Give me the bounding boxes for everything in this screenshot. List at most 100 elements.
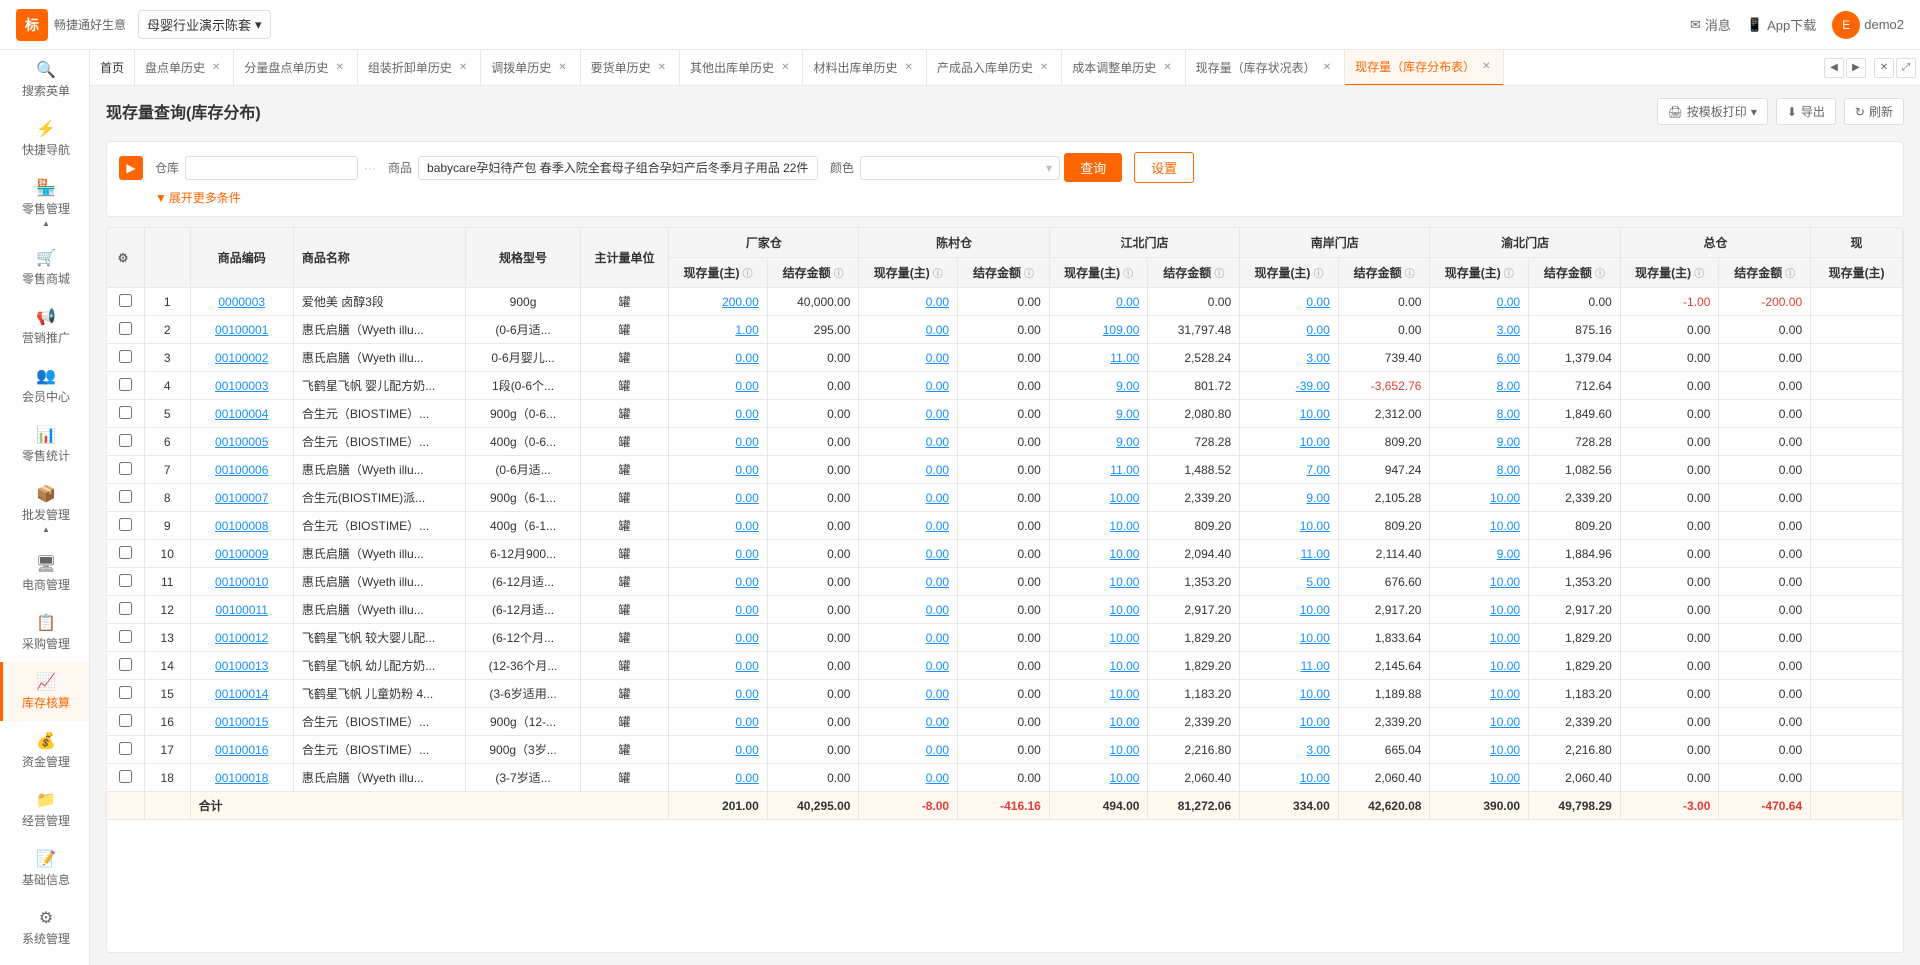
row-cc-qty[interactable]: 0.00 bbox=[859, 764, 958, 792]
tab-close-icon[interactable]: ✕ bbox=[1160, 61, 1174, 74]
row-yb-qty[interactable]: 10.00 bbox=[1430, 680, 1529, 708]
tab-close-icon[interactable]: ✕ bbox=[901, 61, 915, 74]
row-checkbox[interactable] bbox=[107, 344, 144, 372]
row-jb-qty[interactable]: 10.00 bbox=[1049, 624, 1148, 652]
sidebar-item-finance[interactable]: 💰 资金管理 bbox=[0, 721, 89, 780]
row-na-qty[interactable]: 11.00 bbox=[1240, 540, 1339, 568]
sidebar-item-enterprise[interactable]: 🤝 企业协同 bbox=[0, 957, 89, 965]
row-fc-qty[interactable]: 0.00 bbox=[669, 428, 768, 456]
row-na-qty[interactable]: 10.00 bbox=[1240, 624, 1339, 652]
app-download-btn[interactable]: 📱 App下载 bbox=[1747, 15, 1816, 34]
row-jb-qty[interactable]: 10.00 bbox=[1049, 596, 1148, 624]
row-cc-qty[interactable]: 0.00 bbox=[859, 288, 958, 316]
row-yb-qty[interactable]: 10.00 bbox=[1430, 596, 1529, 624]
user-info[interactable]: E demo2 bbox=[1832, 11, 1904, 39]
store-selector[interactable]: 母婴行业演示陈套 ▾ bbox=[138, 10, 271, 39]
info-icon[interactable]: ⓘ bbox=[1504, 265, 1514, 280]
row-jb-qty[interactable]: 10.00 bbox=[1049, 736, 1148, 764]
row-code[interactable]: 00100008 bbox=[190, 512, 293, 540]
row-code[interactable]: 00100001 bbox=[190, 316, 293, 344]
row-fc-qty[interactable]: 0.00 bbox=[669, 512, 768, 540]
row-jb-qty[interactable]: 10.00 bbox=[1049, 680, 1148, 708]
tab-next-btn[interactable]: ▶ bbox=[1846, 58, 1866, 78]
row-cc-qty[interactable]: 0.00 bbox=[859, 680, 958, 708]
row-fc-qty[interactable]: 0.00 bbox=[669, 736, 768, 764]
row-cc-qty[interactable]: 0.00 bbox=[859, 428, 958, 456]
expand-conditions-btn[interactable]: ▼ 展开更多条件 bbox=[155, 189, 1891, 206]
row-yb-qty[interactable]: 0.00 bbox=[1430, 288, 1529, 316]
row-fc-qty[interactable]: 0.00 bbox=[669, 484, 768, 512]
row-na-qty[interactable]: 10.00 bbox=[1240, 764, 1339, 792]
row-code[interactable]: 00100005 bbox=[190, 428, 293, 456]
tab-other-out[interactable]: 其他出库单历史 ✕ bbox=[680, 50, 803, 86]
row-code[interactable]: 00100016 bbox=[190, 736, 293, 764]
row-cc-qty[interactable]: 0.00 bbox=[859, 512, 958, 540]
tab-product-in[interactable]: 产成品入库单历史 ✕ bbox=[927, 50, 1062, 86]
print-btn[interactable]: 🖨 按模板打印 ▾ bbox=[1657, 98, 1768, 125]
row-code[interactable]: 00100004 bbox=[190, 400, 293, 428]
row-yb-qty[interactable]: 9.00 bbox=[1430, 428, 1529, 456]
row-cc-qty[interactable]: 0.00 bbox=[859, 316, 958, 344]
row-yb-qty[interactable]: 8.00 bbox=[1430, 456, 1529, 484]
sidebar-item-base[interactable]: 📝 基础信息 bbox=[0, 839, 89, 898]
info-icon[interactable]: ⓘ bbox=[834, 265, 844, 280]
row-code[interactable]: 00100014 bbox=[190, 680, 293, 708]
tab-material-out[interactable]: 材料出库单历史 ✕ bbox=[803, 50, 926, 86]
row-yb-qty[interactable]: 10.00 bbox=[1430, 568, 1529, 596]
row-code[interactable]: 00100006 bbox=[190, 456, 293, 484]
tab-close-icon[interactable]: ✕ bbox=[1037, 61, 1051, 74]
row-jb-qty[interactable]: 10.00 bbox=[1049, 652, 1148, 680]
tab-close-icon[interactable]: ✕ bbox=[456, 61, 470, 74]
row-yb-qty[interactable]: 8.00 bbox=[1430, 372, 1529, 400]
query-btn[interactable]: 查询 bbox=[1064, 153, 1122, 182]
tab-close-icon[interactable]: ✕ bbox=[1320, 61, 1334, 74]
info-icon[interactable]: ⓘ bbox=[1214, 265, 1224, 280]
tab-close-icon[interactable]: ✕ bbox=[332, 61, 346, 74]
ellipsis-icon[interactable]: ··· bbox=[364, 161, 376, 175]
refresh-btn[interactable]: ↻ 刷新 bbox=[1844, 98, 1904, 125]
info-icon[interactable]: ⓘ bbox=[933, 265, 943, 280]
row-checkbox[interactable] bbox=[107, 288, 144, 316]
row-fc-qty[interactable]: 0.00 bbox=[669, 596, 768, 624]
tab-stock-dist[interactable]: 现存量（库存分布表） ✕ bbox=[1345, 50, 1504, 86]
row-na-qty[interactable]: 3.00 bbox=[1240, 736, 1339, 764]
row-cc-qty[interactable]: 0.00 bbox=[859, 624, 958, 652]
export-btn[interactable]: ⬇ 导出 bbox=[1776, 98, 1836, 125]
info-icon[interactable]: ⓘ bbox=[742, 265, 752, 280]
tab-close-icon[interactable]: ✕ bbox=[655, 61, 669, 74]
row-yb-qty[interactable]: 10.00 bbox=[1430, 624, 1529, 652]
row-fc-qty[interactable]: 0.00 bbox=[669, 764, 768, 792]
row-checkbox[interactable] bbox=[107, 764, 144, 792]
row-checkbox[interactable] bbox=[107, 652, 144, 680]
row-jb-qty[interactable]: 0.00 bbox=[1049, 288, 1148, 316]
row-cc-qty[interactable]: 0.00 bbox=[859, 568, 958, 596]
row-na-qty[interactable]: 10.00 bbox=[1240, 512, 1339, 540]
row-checkbox[interactable] bbox=[107, 372, 144, 400]
row-cc-qty[interactable]: 0.00 bbox=[859, 456, 958, 484]
row-checkbox[interactable] bbox=[107, 736, 144, 764]
goods-input[interactable] bbox=[418, 156, 818, 180]
row-na-qty[interactable]: 9.00 bbox=[1240, 484, 1339, 512]
info-icon[interactable]: ⓘ bbox=[1694, 265, 1704, 280]
tab-transfer[interactable]: 调拨单历史 ✕ bbox=[481, 50, 580, 86]
tab-assemble[interactable]: 组装折卸单历史 ✕ bbox=[358, 50, 481, 86]
tab-close-icon[interactable]: ✕ bbox=[778, 61, 792, 74]
row-cc-qty[interactable]: 0.00 bbox=[859, 344, 958, 372]
row-yb-qty[interactable]: 10.00 bbox=[1430, 708, 1529, 736]
sidebar-item-marketing[interactable]: 📢 营销推广 bbox=[0, 297, 89, 356]
sidebar-item-operation[interactable]: 📁 经营管理 bbox=[0, 780, 89, 839]
row-code[interactable]: 00100003 bbox=[190, 372, 293, 400]
row-fc-qty[interactable]: 0.00 bbox=[669, 372, 768, 400]
row-yb-qty[interactable]: 10.00 bbox=[1430, 484, 1529, 512]
tab-close-all-btn[interactable]: ✕ bbox=[1874, 58, 1894, 78]
info-icon[interactable]: ⓘ bbox=[1024, 265, 1034, 280]
row-na-qty[interactable]: 10.00 bbox=[1240, 400, 1339, 428]
row-checkbox[interactable] bbox=[107, 484, 144, 512]
info-icon[interactable]: ⓘ bbox=[1123, 265, 1133, 280]
row-code[interactable]: 00100012 bbox=[190, 624, 293, 652]
row-na-qty[interactable]: 3.00 bbox=[1240, 344, 1339, 372]
tab-stock-status[interactable]: 现存量（库存状况表） ✕ bbox=[1186, 50, 1345, 86]
row-code[interactable]: 00100010 bbox=[190, 568, 293, 596]
tab-close-icon[interactable]: ✕ bbox=[209, 61, 223, 74]
tab-inventory-check[interactable]: 盘点单历史 ✕ bbox=[135, 50, 234, 86]
